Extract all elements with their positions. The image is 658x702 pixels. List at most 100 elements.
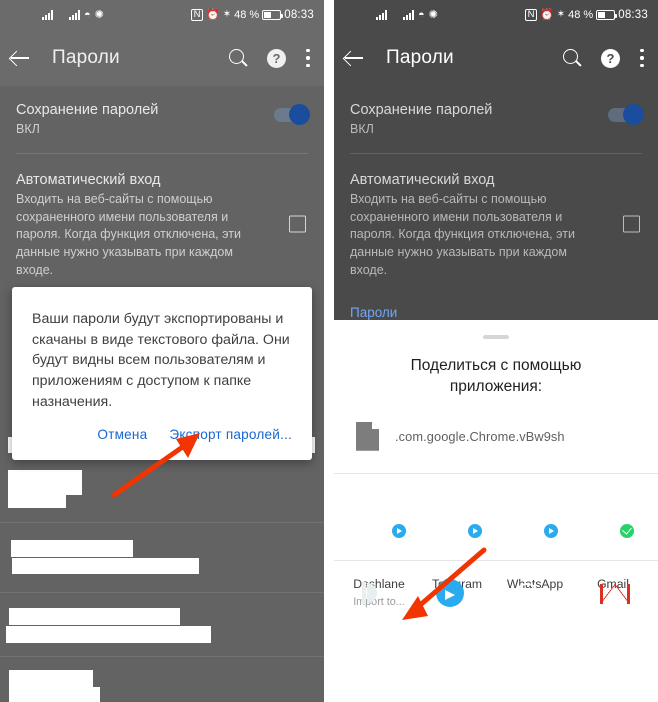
clock-label: 08:33 — [618, 9, 648, 21]
wifi-icon: ◓ — [84, 8, 91, 21]
redaction-block — [12, 558, 199, 574]
divider — [0, 522, 324, 523]
auto-signin-checkbox[interactable] — [289, 215, 306, 233]
right-phone-screen: ◓ ✺ N ⏰ ✶ 48 % 08:33 Пароли ? Сохранение… — [334, 0, 658, 702]
alarm-icon: ⏰ — [540, 8, 554, 21]
search-icon[interactable] — [229, 49, 247, 67]
page-title: Пароли — [386, 47, 454, 68]
telegram-badge-icon — [543, 522, 559, 539]
signal-bars-icon — [376, 10, 387, 20]
save-passwords-toggle[interactable] — [608, 104, 644, 125]
help-glyph: ? — [272, 50, 281, 66]
whatsapp-badge-icon — [619, 522, 635, 539]
status-bar-right-icons: N ⏰ ✶ 48 % 08:33 — [191, 0, 314, 30]
status-bar: ◓ ✺ N ⏰ ✶ 48 % 08:33 — [334, 0, 658, 30]
help-icon[interactable]: ? — [601, 48, 620, 68]
setting-title: Сохранение паролей — [16, 102, 159, 118]
nfc-icon: N — [191, 9, 204, 21]
telegram-badge-icon — [391, 522, 407, 539]
contact-share-target[interactable] — [511, 492, 559, 539]
setting-save-passwords[interactable]: Сохранение паролей ВКЛ — [0, 86, 324, 153]
clock-label: 08:33 — [284, 9, 314, 21]
cancel-button[interactable]: Отмена — [97, 427, 147, 442]
dialog-actions: Отмена Экспорт паролей... — [32, 413, 292, 452]
divider — [0, 592, 324, 593]
setting-description: Входить на веб-сайты с помощью сохраненн… — [350, 191, 575, 277]
share-app-telegram[interactable]: Telegram — [422, 575, 492, 593]
redaction-block — [11, 540, 133, 557]
share-sheet-title: Поделиться с помощью приложения: — [410, 357, 582, 396]
app-bar-actions: ? — [229, 48, 310, 68]
redaction-block — [9, 687, 100, 702]
status-bar-left-icons: ◓ ✺ — [376, 8, 438, 21]
settings-content: Сохранение паролей ВКЛ Автоматический вх… — [334, 86, 658, 336]
passwords-link[interactable]: Пароли — [350, 305, 397, 320]
export-passwords-button[interactable]: Экспорт паролей... — [169, 427, 292, 442]
setting-title: Автоматический вход — [350, 171, 495, 188]
setting-title: Сохранение паролей — [350, 102, 493, 118]
help-glyph: ? — [606, 50, 615, 66]
back-arrow-icon[interactable] — [344, 48, 364, 68]
nfc-icon: N — [525, 9, 538, 21]
redaction-block — [9, 608, 180, 625]
file-icon — [356, 421, 379, 451]
search-icon[interactable] — [563, 49, 581, 67]
battery-percent-label: 48 % — [234, 9, 260, 21]
overflow-menu-icon[interactable] — [306, 49, 310, 67]
signal-bars-icon — [403, 10, 414, 20]
app-bar: Пароли ? — [0, 30, 324, 86]
dual-screenshot-container: ◓ ✺ N ⏰ ✶ 48 % 08:33 Пароли ? Сохранение… — [0, 0, 658, 702]
bluetooth-icon: ✶ — [556, 9, 566, 20]
sync-icon: ✺ — [94, 8, 104, 21]
status-bar: ◓ ✺ N ⏰ ✶ 48 % 08:33 — [0, 0, 324, 30]
screen-divider — [324, 0, 334, 702]
direct-share-contacts — [334, 474, 658, 560]
alarm-icon: ⏰ — [206, 8, 220, 21]
overflow-menu-icon[interactable] — [640, 49, 644, 67]
signal-bars-icon — [69, 10, 80, 20]
status-bar-left-icons: ◓ ✺ — [42, 8, 104, 21]
setting-description: Входить на веб-сайты с помощью сохраненн… — [16, 191, 241, 277]
setting-save-passwords[interactable]: Сохранение паролей ВКЛ — [334, 86, 658, 153]
page-title: Пароли — [52, 47, 120, 68]
setting-title: Автоматический вход — [16, 171, 161, 188]
share-app-whatsapp[interactable]: WhatsApp — [500, 575, 570, 593]
divider — [0, 656, 324, 657]
redaction-block — [8, 470, 82, 495]
setting-auto-signin[interactable]: Автоматический вход Входить на веб-сайты… — [334, 154, 658, 294]
dialog-message: Ваши пароли будут экспортированы и скача… — [32, 311, 290, 410]
shared-file-row[interactable]: .com.google.Chrome.vBw9sh — [334, 398, 658, 473]
telegram-badge-icon — [467, 522, 483, 539]
wifi-icon: ◓ — [418, 8, 425, 21]
redaction-block — [8, 495, 66, 508]
status-bar-right-icons: N ⏰ ✶ 48 % 08:33 — [525, 0, 648, 30]
contact-share-target[interactable] — [587, 492, 635, 539]
setting-auto-signin[interactable]: Автоматический вход Входить на веб-сайты… — [0, 154, 324, 294]
redaction-block — [9, 670, 93, 687]
save-passwords-toggle[interactable] — [274, 104, 310, 125]
app-bar-actions: ? — [563, 48, 644, 68]
setting-state: ВКЛ — [350, 122, 374, 136]
battery-icon — [262, 10, 284, 20]
setting-state: ВКЛ — [16, 122, 40, 136]
redaction-block — [6, 626, 211, 643]
bluetooth-icon: ✶ — [222, 9, 232, 20]
settings-content: Сохранение паролей ВКЛ Автоматический вх… — [0, 86, 324, 294]
contact-share-target[interactable] — [359, 492, 407, 539]
app-bar: Пароли ? — [334, 30, 658, 86]
battery-percent-label: 48 % — [568, 9, 594, 21]
signal-bars-icon — [42, 10, 53, 20]
share-app-gmail[interactable]: Gmail — [578, 575, 648, 593]
back-arrow-icon[interactable] — [10, 48, 30, 68]
share-app-list: Dashlane Import to... Telegram WhatsApp … — [334, 561, 658, 618]
sync-icon: ✺ — [428, 8, 438, 21]
left-phone-screen: ◓ ✺ N ⏰ ✶ 48 % 08:33 Пароли ? Сохранение… — [0, 0, 324, 702]
export-passwords-dialog: Ваши пароли будут экспортированы и скача… — [12, 287, 312, 460]
contact-share-target[interactable] — [435, 492, 483, 539]
help-icon[interactable]: ? — [267, 48, 286, 68]
battery-icon — [596, 10, 618, 20]
share-app-dashlane[interactable]: Dashlane Import to... — [344, 575, 414, 608]
shared-file-name: .com.google.Chrome.vBw9sh — [395, 428, 565, 444]
auto-signin-checkbox[interactable] — [623, 215, 640, 233]
share-bottom-sheet: Поделиться с помощью приложения: .com.go… — [334, 320, 658, 702]
